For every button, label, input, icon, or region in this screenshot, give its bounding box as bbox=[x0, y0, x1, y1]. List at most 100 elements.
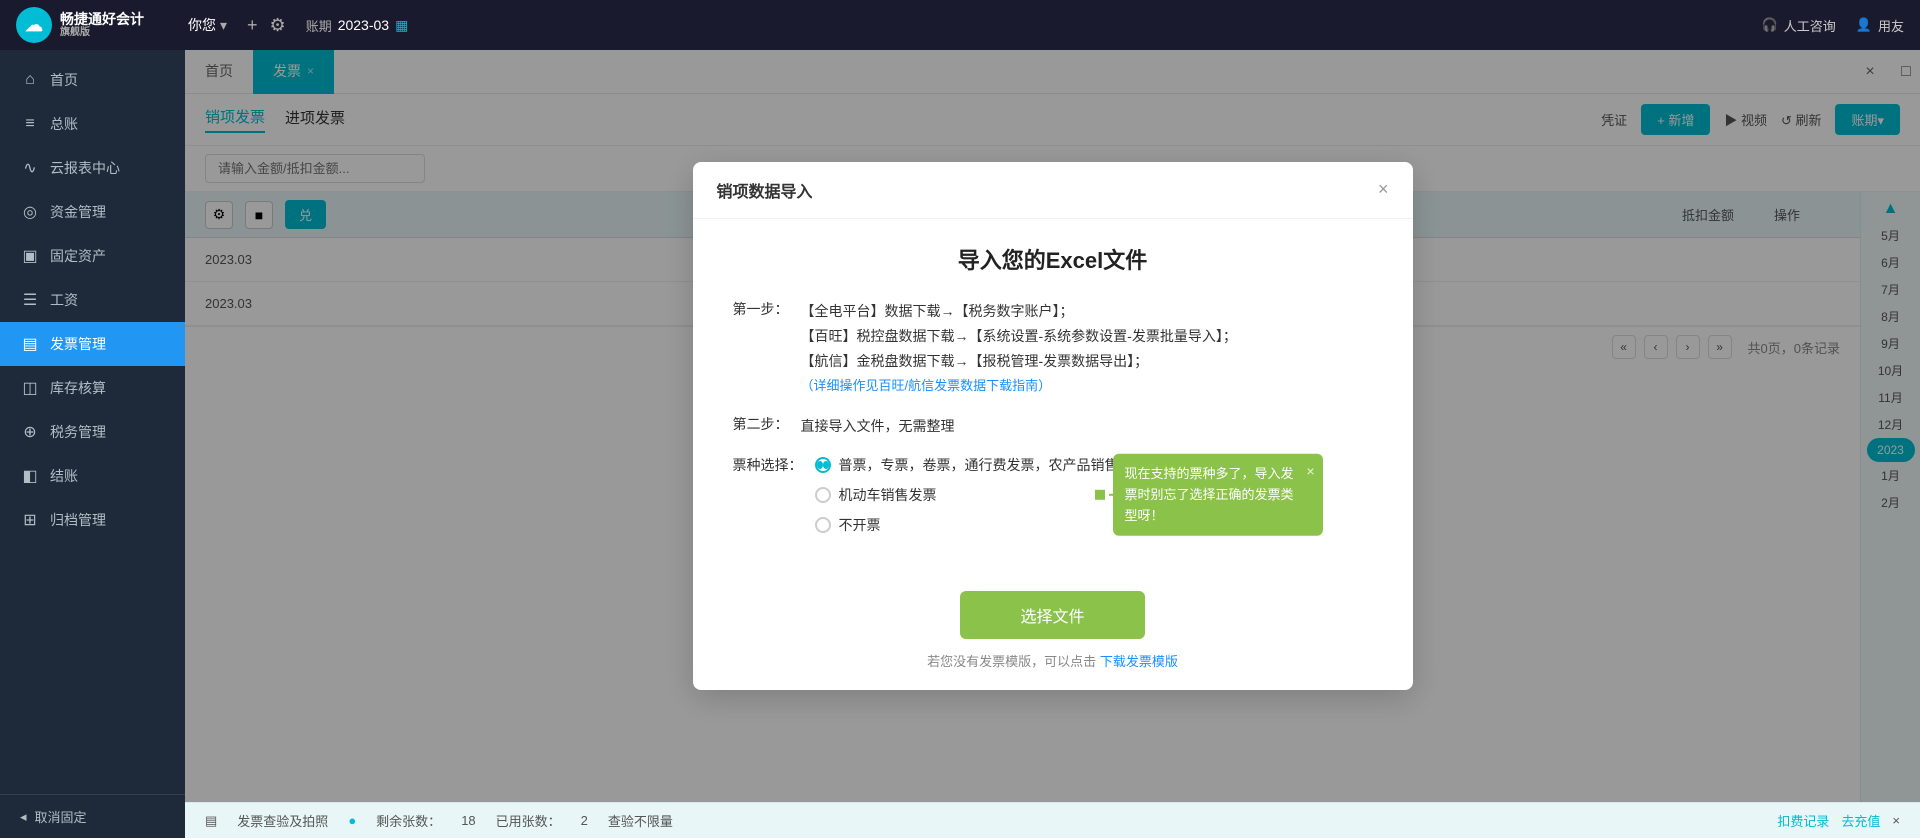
ledger-icon: ≡ bbox=[20, 115, 40, 133]
step1-content: 【全电平台】数据下载→【税务数字账户】； 【百旺】税控盘数据下载→【系统设置-系… bbox=[801, 299, 1373, 398]
sidebar-label-ledger: 总账 bbox=[50, 114, 78, 134]
used-label: 已用张数： bbox=[496, 811, 561, 830]
sidebar-label-archive: 归档管理 bbox=[50, 510, 106, 530]
modal-title: 销项数据导入 bbox=[717, 178, 813, 202]
user-menu[interactable]: 👤 用友 bbox=[1856, 16, 1904, 35]
tooltip-container: 现在支持的票种多了，导入发票时别忘了选择正确的发票类型呀！ × bbox=[1095, 454, 1323, 536]
user-label: 用友 bbox=[1878, 16, 1904, 35]
sidebar-item-salary[interactable]: ☰ 工资 bbox=[0, 278, 185, 322]
sidebar-label-settle: 结账 bbox=[50, 466, 78, 486]
modal-overlay: 销项数据导入 × 导入您的Excel文件 第一步： 【全电平台】数据下载→【税务… bbox=[185, 50, 1920, 802]
step1-label: 第一步： bbox=[733, 299, 789, 398]
recharge-link[interactable]: 去充值 bbox=[1841, 811, 1880, 830]
modal-header: 销项数据导入 × bbox=[693, 162, 1413, 219]
remaining-label: 剩余张数： bbox=[376, 811, 441, 830]
radio-motor[interactable]: 机动车销售发票 现在支持的票种多了，导入发票时别忘了选择正确的发票类型呀！ × bbox=[815, 485, 1147, 505]
account-arrow-icon: ▾ bbox=[220, 17, 227, 34]
step1-line1: 【全电平台】数据下载→【税务数字账户】； bbox=[801, 299, 1373, 324]
inventory-icon: ◫ bbox=[20, 378, 40, 398]
sidebar-item-inventory[interactable]: ◫ 库存核算 bbox=[0, 366, 185, 410]
consult-label: 人工咨询 bbox=[1784, 16, 1836, 35]
sidebar-item-invoice[interactable]: ▤ 发票管理 bbox=[0, 322, 185, 366]
radio-motor-circle bbox=[815, 487, 831, 503]
step2-text: 直接导入文件，无需整理 bbox=[801, 418, 955, 434]
used-value: 2 bbox=[581, 813, 588, 828]
radio-motor-label: 机动车销售发票 bbox=[839, 485, 937, 505]
logo-main-text: 畅捷通好会计 bbox=[60, 11, 144, 28]
modal-close-button[interactable]: × bbox=[1378, 179, 1389, 200]
logo-icon: ☁ bbox=[16, 7, 52, 43]
ticket-selection-row: 票种选择： 普票，专票，卷票，通行费发票，农产品销售发票 机动车销售发票 bbox=[733, 455, 1373, 535]
step1-row: 第一步： 【全电平台】数据下载→【税务数字账户】； 【百旺】税控盘数据下载→【系… bbox=[733, 299, 1373, 398]
download-guide-link[interactable]: （详细操作见百旺/航信发票数据下载指南） bbox=[801, 378, 1052, 393]
download-template-link[interactable]: 下载发票模版 bbox=[1100, 654, 1178, 669]
sidebar-item-report[interactable]: ∿ 云报表中心 bbox=[0, 146, 185, 190]
sidebar-item-tax[interactable]: ⊕ 税务管理 bbox=[0, 410, 185, 454]
sidebar-item-settle[interactable]: ◧ 结账 bbox=[0, 454, 185, 498]
sidebar-bottom-label: 取消固定 bbox=[35, 807, 87, 826]
archive-icon: ⊞ bbox=[20, 510, 40, 530]
remaining-value: 18 bbox=[461, 813, 475, 828]
status-bar-right: 扣费记录 去充值 × bbox=[1777, 811, 1900, 830]
topbar-right: 🎧 人工咨询 👤 用友 bbox=[1762, 16, 1904, 35]
home-icon: ⌂ bbox=[20, 71, 40, 89]
headset-icon: 🎧 bbox=[1762, 17, 1778, 33]
sidebar-bottom-cancel-fixed[interactable]: ◂ 取消固定 bbox=[0, 794, 185, 838]
sidebar-item-archive[interactable]: ⊞ 归档管理 bbox=[0, 498, 185, 542]
status-badge: ● bbox=[348, 813, 356, 828]
period-label: 账期 bbox=[306, 16, 332, 35]
tooltip-dot bbox=[1095, 490, 1105, 500]
step1-link: （详细操作见百旺/航信发票数据下载指南） bbox=[801, 374, 1373, 397]
sidebar-label-tax: 税务管理 bbox=[50, 422, 106, 442]
salary-icon: ☰ bbox=[20, 290, 40, 310]
sidebar-label-home: 首页 bbox=[50, 70, 78, 90]
status-invoice-icon: ▤ bbox=[205, 813, 217, 829]
sidebar-label-report: 云报表中心 bbox=[50, 158, 120, 178]
fund-icon: ◎ bbox=[20, 202, 40, 222]
step2-label: 第二步： bbox=[733, 414, 789, 439]
step1-line2: 【百旺】税控盘数据下载→【系统设置-系统参数设置-发票批量导入】； bbox=[801, 324, 1373, 349]
user-icon: 👤 bbox=[1856, 17, 1872, 33]
sidebar-item-asset[interactable]: ▣ 固定资产 bbox=[0, 234, 185, 278]
consult-button[interactable]: 🎧 人工咨询 bbox=[1762, 16, 1836, 35]
sidebar-label-asset: 固定资产 bbox=[50, 246, 106, 266]
fee-record-link[interactable]: 扣费记录 bbox=[1777, 811, 1829, 830]
sidebar-label-inventory: 库存核算 bbox=[50, 378, 106, 398]
account-selector[interactable]: 你您 ▾ bbox=[188, 15, 227, 35]
step1-line3: 【航信】金税盘数据下载→【报税管理-发票数据导出】； bbox=[801, 349, 1373, 374]
calendar-icon[interactable]: ▦ bbox=[395, 17, 408, 34]
status-label: 发票查验及拍照 bbox=[237, 811, 328, 830]
asset-icon: ▣ bbox=[20, 246, 40, 266]
report-icon: ∿ bbox=[20, 158, 40, 178]
sidebar-scroll: ⌂ 首页 ≡ 总账 ∿ 云报表中心 ◎ 资金管理 ▣ 固定资产 ☰ 工资 bbox=[0, 58, 185, 794]
invoice-icon: ▤ bbox=[20, 334, 40, 354]
period-display: 账期 2023-03 ▦ bbox=[306, 16, 409, 35]
import-title: 导入您的Excel文件 bbox=[733, 243, 1373, 275]
modal-body: 导入您的Excel文件 第一步： 【全电平台】数据下载→【税务数字账户】； 【百… bbox=[693, 219, 1413, 575]
tax-icon: ⊕ bbox=[20, 422, 40, 442]
modal-note: 若您没有发票模版，可以点击 下载发票模版 bbox=[927, 651, 1178, 670]
select-file-button[interactable]: 选择文件 bbox=[960, 591, 1144, 639]
sidebar-item-home[interactable]: ⌂ 首页 bbox=[0, 58, 185, 102]
tooltip-text: 现在支持的票种多了，导入发票时别忘了选择正确的发票类型呀！ bbox=[1125, 466, 1294, 523]
ticket-options: 普票，专票，卷票，通行费发票，农产品销售发票 机动车销售发票 现在支持的票种多了… bbox=[815, 455, 1147, 535]
settings-icon[interactable]: ⚙ bbox=[270, 15, 286, 36]
step2-content: 直接导入文件，无需整理 bbox=[801, 414, 1373, 439]
radio-none-circle bbox=[815, 517, 831, 533]
account-name: 你您 bbox=[188, 15, 216, 35]
sidebar: ⌂ 首页 ≡ 总账 ∿ 云报表中心 ◎ 资金管理 ▣ 固定资产 ☰ 工资 bbox=[0, 50, 185, 838]
sidebar-label-salary: 工资 bbox=[50, 290, 78, 310]
sidebar-label-fund: 资金管理 bbox=[50, 202, 106, 222]
radio-normal-circle bbox=[815, 457, 831, 473]
logo-text: 畅捷通好会计 旗舰版 bbox=[60, 11, 144, 40]
tooltip-bubble: 现在支持的票种多了，导入发票时别忘了选择正确的发票类型呀！ × bbox=[1113, 454, 1323, 536]
sidebar-label-invoice: 发票管理 bbox=[50, 334, 106, 354]
radio-none-label: 不开票 bbox=[839, 515, 881, 535]
sidebar-item-fund[interactable]: ◎ 资金管理 bbox=[0, 190, 185, 234]
status-close-icon[interactable]: × bbox=[1892, 813, 1900, 828]
sidebar-item-ledger[interactable]: ≡ 总账 bbox=[0, 102, 185, 146]
app-logo: ☁ 畅捷通好会计 旗舰版 bbox=[16, 7, 176, 43]
settle-icon: ◧ bbox=[20, 466, 40, 486]
add-tab-button[interactable]: + bbox=[247, 15, 258, 36]
tooltip-close-button[interactable]: × bbox=[1306, 460, 1314, 482]
